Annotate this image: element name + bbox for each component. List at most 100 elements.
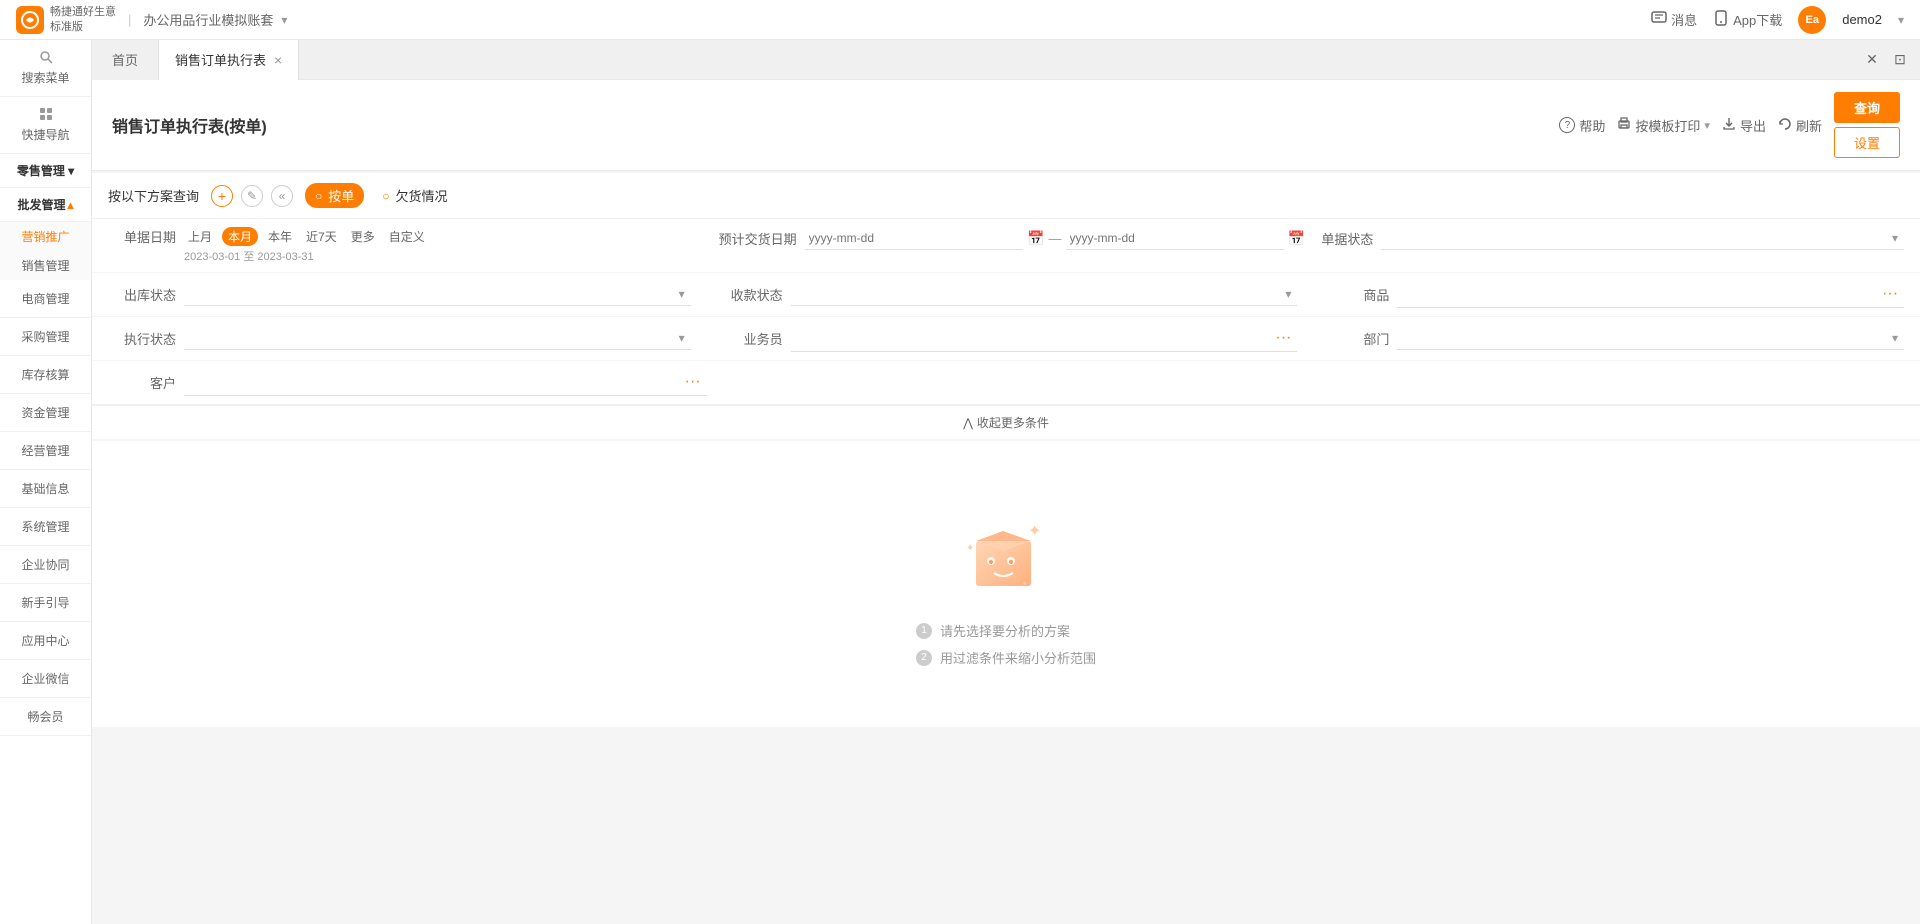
customer-label: 客户	[108, 373, 176, 392]
date-btn-lastmonth[interactable]: 上月	[184, 227, 216, 246]
expected-date-start[interactable]	[805, 227, 1023, 250]
page-header: 销售订单执行表(按单) ? 帮助 按模板打印 ▾	[92, 80, 1920, 171]
sidebar-item-wechat[interactable]: 企业微信	[0, 660, 91, 698]
collapse-icon: ⋀	[963, 416, 973, 430]
window-close-button[interactable]: ✕	[1860, 48, 1884, 72]
query-button[interactable]: 查询	[1834, 92, 1900, 123]
help-icon: ?	[1559, 117, 1575, 133]
user-avatar[interactable]: Ea	[1798, 6, 1826, 34]
sidebar-item-ecommerce[interactable]: 电商管理	[0, 280, 91, 318]
sidebar-quick-nav[interactable]: 快捷导航	[0, 97, 91, 154]
tip-num-2: 2	[916, 650, 932, 666]
export-button[interactable]: 导出	[1722, 116, 1766, 135]
app-download-icon	[1713, 10, 1729, 29]
date-range-display: 2023-03-01 至 2023-03-31	[184, 248, 314, 264]
print-dropdown-icon[interactable]: ▾	[1704, 119, 1710, 132]
debt-icon: ○	[382, 189, 389, 203]
receipt-dropdown-icon[interactable]: ▾	[1285, 287, 1291, 301]
scheme-item-byorder[interactable]: ○ 按单	[305, 183, 364, 208]
message-button[interactable]: 消息	[1651, 10, 1697, 29]
empty-tip-2: 2 用过滤条件来缩小分析范围	[916, 648, 1096, 667]
calendar-icon-start[interactable]: 📅	[1027, 230, 1044, 247]
expected-date-label: 预计交货日期	[707, 229, 797, 248]
goods-label: 商品	[1321, 285, 1389, 304]
setting-button[interactable]: 设置	[1834, 127, 1900, 158]
receipt-label: 收款状态	[715, 285, 783, 304]
scheme-collapse-button[interactable]: «	[271, 185, 293, 207]
out-stock-label: 出库状态	[108, 285, 176, 304]
status-label: 单据状态	[1305, 229, 1373, 248]
app-download-button[interactable]: App下载	[1713, 10, 1782, 29]
dept-dropdown-icon[interactable]: ▾	[1892, 331, 1898, 345]
sidebar-item-sales[interactable]: 销售管理	[0, 251, 91, 280]
message-icon	[1651, 10, 1667, 29]
industry-title: 办公用品行业模拟账套	[143, 10, 273, 29]
date-btn-custom[interactable]: 自定义	[385, 227, 429, 246]
exec-status-label: 执行状态	[108, 329, 176, 348]
exec-status-dropdown-icon[interactable]: ▾	[679, 331, 685, 345]
scheme-item-debt[interactable]: ○ 欠货情况	[372, 183, 457, 208]
sidebar-item-marketing[interactable]: 营销推广	[0, 222, 91, 251]
window-max-button[interactable]: ⊡	[1888, 48, 1912, 72]
sidebar-item-purchase[interactable]: 采购管理	[0, 318, 91, 356]
sidebar-item-appcenter[interactable]: 应用中心	[0, 622, 91, 660]
out-stock-dropdown-icon[interactable]: ▾	[679, 287, 685, 301]
date-btn-thismonth[interactable]: 本月	[222, 227, 258, 246]
export-icon	[1722, 117, 1736, 134]
date-separator: —	[1049, 231, 1062, 246]
customer-more-button[interactable]: ···	[685, 373, 701, 391]
sidebar-item-basic[interactable]: 基础信息	[0, 470, 91, 508]
user-name[interactable]: demo2	[1842, 12, 1882, 27]
scheme-add-button[interactable]: +	[211, 185, 233, 207]
scheme-edit-button[interactable]: ✎	[241, 185, 263, 207]
date-btn-7days[interactable]: 近7天	[302, 227, 341, 246]
logo-area: 畅捷通好生意 标准版	[16, 5, 116, 34]
tab-close-button[interactable]: ×	[274, 53, 282, 67]
sidebar-section-wholesale[interactable]: 批发管理 ▴	[0, 188, 91, 222]
page-header-actions: ? 帮助 按模板打印 ▾	[1559, 92, 1900, 158]
sidebar: 搜索菜单 快捷导航 零售管理 ▾ 批发管理 ▴ 营销推广 销售管理 电商管理 采…	[0, 40, 92, 924]
collapse-bar[interactable]: ⋀ 收起更多条件	[92, 405, 1920, 439]
sales-rep-more-button[interactable]: ···	[1275, 329, 1291, 347]
date-label: 单据日期	[108, 227, 176, 246]
tab-home[interactable]: 首页	[92, 40, 159, 80]
calendar-icon-end[interactable]: 📅	[1288, 230, 1305, 247]
tip-num-1: 1	[916, 623, 932, 639]
tab-sales-order[interactable]: 销售订单执行表 ×	[159, 40, 299, 80]
sidebar-item-finance[interactable]: 资金管理	[0, 394, 91, 432]
top-bar: 畅捷通好生意 标准版 | 办公用品行业模拟账套 ▾ 消息 App下载	[0, 0, 1920, 40]
print-button[interactable]: 按模板打印 ▾	[1617, 116, 1710, 135]
industry-dropdown-icon[interactable]: ▾	[281, 13, 287, 27]
tab-bar: 首页 销售订单执行表 × ✕ ⊡	[92, 40, 1920, 80]
empty-tips: 1 请先选择要分析的方案 2 用过滤条件来缩小分析范围	[916, 621, 1096, 667]
sidebar-item-member[interactable]: 畅会员	[0, 698, 91, 736]
expected-date-end[interactable]	[1066, 227, 1284, 250]
date-btn-more[interactable]: 更多	[347, 227, 379, 246]
scheme-label: 按以下方案查询	[108, 186, 199, 205]
empty-illustration: ✦ ✦ ✦	[956, 501, 1056, 601]
svg-text:✦: ✦	[1028, 523, 1041, 540]
filter-panel: 按以下方案查询 + ✎ « ○ 按单 ○	[92, 173, 1920, 439]
sidebar-item-operation[interactable]: 经营管理	[0, 432, 91, 470]
print-icon	[1617, 117, 1631, 134]
sidebar-item-newguide[interactable]: 新手引导	[0, 584, 91, 622]
scheme-icon: ○	[315, 189, 322, 203]
scheme-buttons: + ✎ «	[211, 185, 293, 207]
user-dropdown-icon[interactable]: ▾	[1898, 13, 1904, 27]
refresh-button[interactable]: 刷新	[1778, 116, 1822, 135]
dept-label: 部门	[1321, 329, 1389, 348]
help-button[interactable]: ? 帮助	[1559, 116, 1605, 135]
goods-more-button[interactable]: ···	[1882, 285, 1898, 303]
sidebar-section-retail[interactable]: 零售管理 ▾	[0, 154, 91, 188]
sidebar-item-inventory[interactable]: 库存核算	[0, 356, 91, 394]
date-btn-thisyear[interactable]: 本年	[264, 227, 296, 246]
logo-icon	[16, 6, 44, 34]
sidebar-item-enterprise[interactable]: 企业协同	[0, 546, 91, 584]
empty-tip-1: 1 请先选择要分析的方案	[916, 621, 1096, 640]
sidebar-search-menu[interactable]: 搜索菜单	[0, 40, 91, 97]
filter-scheme-row: 按以下方案查询 + ✎ « ○ 按单 ○	[92, 173, 1920, 219]
sales-rep-label: 业务员	[715, 329, 783, 348]
top-bar-left: 畅捷通好生意 标准版 | 办公用品行业模拟账套 ▾	[16, 5, 287, 34]
sidebar-item-system[interactable]: 系统管理	[0, 508, 91, 546]
status-dropdown-icon[interactable]: ▾	[1892, 231, 1898, 245]
